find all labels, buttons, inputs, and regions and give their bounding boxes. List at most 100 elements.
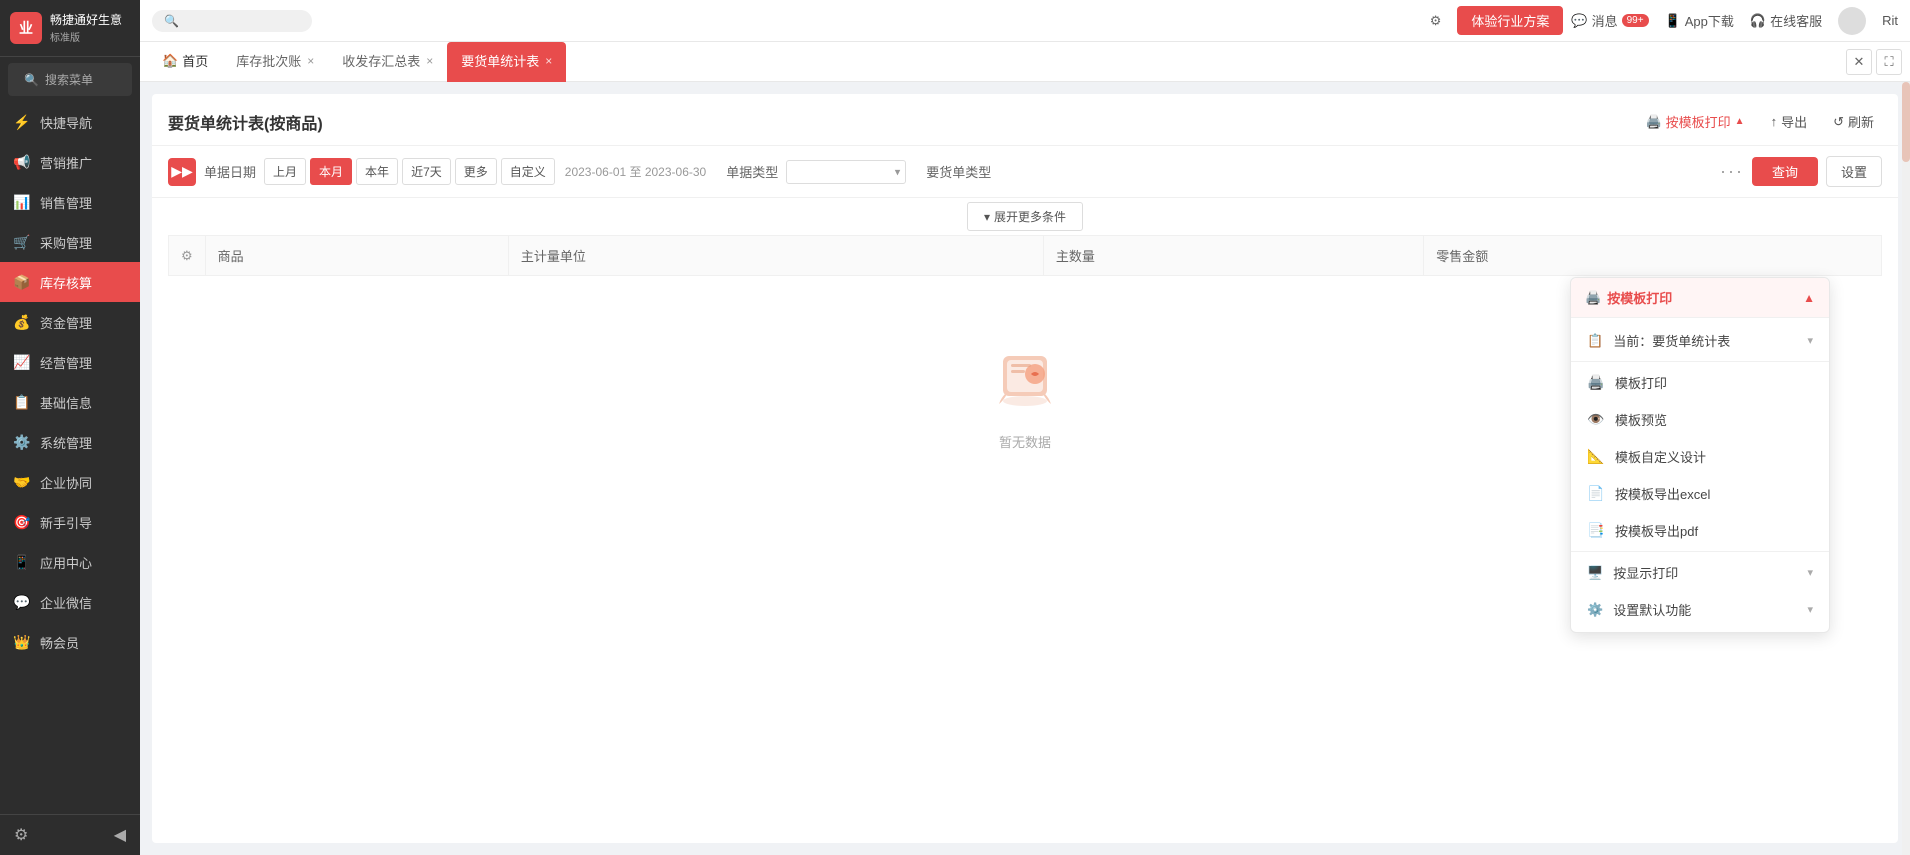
- operation-icon: 📈: [12, 352, 32, 372]
- set-default-icon: ⚙️: [1587, 602, 1603, 618]
- sidebar-item-wechat[interactable]: 💬 企业微信: [0, 582, 140, 622]
- export-label: 导出: [1781, 112, 1807, 131]
- sidebar-item-guide[interactable]: 🎯 新手引导: [0, 502, 140, 542]
- refresh-button[interactable]: ↺ 刷新: [1825, 108, 1882, 135]
- template-design-item-label: 模板自定义设计: [1615, 447, 1706, 466]
- date-btn-7days[interactable]: 近7天: [402, 158, 451, 185]
- logo-text-wrap: 畅捷通好生意 标准版: [50, 12, 122, 44]
- template-print-item-label: 模板打印: [1615, 373, 1667, 392]
- operation-label: 经营管理: [40, 353, 92, 372]
- dropdown-item-template-print[interactable]: 🖨️ 模板打印: [1571, 364, 1829, 401]
- scrollbar-thumb[interactable]: [1902, 82, 1910, 162]
- basic-label: 基础信息: [40, 393, 92, 412]
- type-select[interactable]: [786, 160, 906, 184]
- topbar-gear-icon[interactable]: ⚙: [1430, 13, 1442, 29]
- settings-button[interactable]: 设置: [1826, 156, 1882, 187]
- date-buttons: 上月 本月 本年 近7天 更多 自定义: [264, 158, 555, 185]
- th-retail-amount: 零售金额: [1424, 236, 1882, 276]
- print-template-dropdown: 🖨️ 按模板打印 ▲ 📋 当前：要货单统计表 ▾ 🖨️: [1570, 277, 1830, 633]
- guide-label: 新手引导: [40, 513, 92, 532]
- tab-order-stats-close[interactable]: ×: [545, 54, 552, 68]
- display-print-icon: 🖥️: [1587, 565, 1603, 581]
- dropdown-item-set-default[interactable]: ⚙️ 设置默认功能 ▾: [1571, 591, 1829, 628]
- sidebar-item-marketing[interactable]: 📢 营销推广: [0, 142, 140, 182]
- dropdown-chevron-up-icon[interactable]: ▲: [1803, 291, 1815, 305]
- table-wrapper: ⚙ 商品 主计量单位 主数量 零售金额: [152, 235, 1898, 276]
- user-avatar[interactable]: [1838, 7, 1866, 35]
- sidebar-item-purchase[interactable]: 🛒 采购管理: [0, 222, 140, 262]
- topbar-actions: 💬 消息 99+ 📱 App下载 🎧 在线客服 Rit: [1571, 7, 1898, 35]
- dropdown-current-item[interactable]: 📋 当前：要货单统计表 ▾: [1571, 322, 1829, 359]
- tab-inventory-batch-close[interactable]: ×: [307, 54, 314, 68]
- sidebar-item-quick-nav[interactable]: ⚡ 快捷导航: [0, 102, 140, 142]
- filter-expand-button[interactable]: ▶▶: [168, 158, 196, 186]
- member-label: 畅会员: [40, 633, 79, 652]
- table-header-row: ⚙ 商品 主计量单位 主数量 零售金额: [169, 236, 1882, 276]
- dropdown-item-template-preview[interactable]: 👁️ 模板预览: [1571, 401, 1829, 438]
- sidebar-settings-icon[interactable]: ⚙: [14, 825, 28, 845]
- dropdown-current-left: 📋 当前：要货单统计表: [1587, 331, 1730, 350]
- template-preview-item-label: 模板预览: [1615, 410, 1667, 429]
- sidebar-item-system[interactable]: ⚙️ 系统管理: [0, 422, 140, 462]
- set-default-label: 设置默认功能: [1613, 600, 1691, 619]
- tab-collection-summary-label: 收发存汇总表: [342, 51, 420, 70]
- messages-action[interactable]: 💬 消息 99+: [1571, 11, 1648, 30]
- sidebar-item-apps[interactable]: 📱 应用中心: [0, 542, 140, 582]
- dropdown-item-template-design[interactable]: 📐 模板自定义设计: [1571, 438, 1829, 475]
- sidebar-item-operation[interactable]: 📈 经营管理: [0, 342, 140, 382]
- sidebar-item-inventory[interactable]: 📦 库存核算: [0, 262, 140, 302]
- date-btn-more[interactable]: 更多: [455, 158, 497, 185]
- finance-icon: 💰: [12, 312, 32, 332]
- topbar-search[interactable]: 🔍: [152, 10, 312, 32]
- set-default-arrow-icon: ▾: [1807, 603, 1813, 616]
- dropdown-item-template-excel[interactable]: 📄 按模板导出excel: [1571, 475, 1829, 512]
- sidebar-item-member[interactable]: 👑 畅会员: [0, 622, 140, 662]
- tab-inventory-batch[interactable]: 库存批次账 ×: [222, 42, 328, 82]
- display-print-left: 🖥️ 按显示打印: [1587, 563, 1678, 582]
- date-btn-last-month[interactable]: 上月: [264, 158, 306, 185]
- expand-more-label: 展开更多条件: [994, 208, 1066, 225]
- headset-icon: 🎧: [1750, 13, 1766, 29]
- current-arrow-icon: ▾: [1807, 334, 1813, 347]
- sidebar-item-finance[interactable]: 💰 资金管理: [0, 302, 140, 342]
- date-btn-custom[interactable]: 自定义: [501, 158, 555, 185]
- column-settings-icon[interactable]: ⚙: [181, 248, 193, 263]
- template-print-label: 按模板打印: [1666, 112, 1731, 131]
- dropdown-print-icon: 🖨️: [1585, 290, 1601, 306]
- app-download-action[interactable]: 📱 App下载: [1665, 11, 1734, 30]
- filter-more-icon[interactable]: ···: [1720, 161, 1744, 182]
- empty-state-icon: [985, 336, 1065, 416]
- sidebar-search[interactable]: 🔍 搜索菜单: [8, 63, 132, 96]
- online-service-action[interactable]: 🎧 在线客服: [1750, 11, 1822, 30]
- sidebar-item-collab[interactable]: 🤝 企业协同: [0, 462, 140, 502]
- purchase-icon: 🛒: [12, 232, 32, 252]
- finance-label: 资金管理: [40, 313, 92, 332]
- sidebar-item-basic[interactable]: 📋 基础信息: [0, 382, 140, 422]
- tab-order-stats[interactable]: 要货单统计表 ×: [447, 42, 566, 82]
- tab-order-stats-label: 要货单统计表: [461, 51, 539, 70]
- tab-home[interactable]: 🏠 首页: [148, 42, 222, 82]
- sidebar-logo: 业 畅捷通好生意 标准版: [0, 0, 140, 57]
- template-print-button[interactable]: 🖨️ 按模板打印 ▲: [1637, 108, 1752, 135]
- current-label-text: 当前：要货单统计表: [1613, 331, 1730, 350]
- display-print-arrow-icon: ▾: [1807, 566, 1813, 579]
- dropdown-item-display-print[interactable]: 🖥️ 按显示打印 ▾: [1571, 554, 1829, 591]
- expand-more-button[interactable]: ▾ 展开更多条件: [967, 202, 1083, 231]
- query-button[interactable]: 查询: [1752, 157, 1818, 186]
- yaohuo-label: 要货单类型: [926, 162, 991, 181]
- date-btn-this-year[interactable]: 本年: [356, 158, 398, 185]
- tab-close-all-button[interactable]: ✕: [1846, 49, 1872, 75]
- experience-button[interactable]: 体验行业方案: [1457, 6, 1563, 35]
- dropdown-item-template-pdf[interactable]: 📑 按模板导出pdf: [1571, 512, 1829, 549]
- sidebar-nav: ⚡ 快捷导航 📢 营销推广 📊 销售管理 🛒 采购管理 📦 库存核算 💰 资金管…: [0, 102, 140, 814]
- export-button[interactable]: ↑ 导出: [1763, 108, 1816, 135]
- tab-collection-summary-close[interactable]: ×: [426, 54, 433, 68]
- tab-expand-button[interactable]: ⛶: [1876, 49, 1902, 75]
- filter-right-actions: ··· 查询 设置: [1720, 156, 1882, 187]
- sidebar-item-sales[interactable]: 📊 销售管理: [0, 182, 140, 222]
- tabs-bar: 🏠 首页 库存批次账 × 收发存汇总表 × 要货单统计表 × ✕ ⛶: [140, 42, 1910, 82]
- tab-collection-summary[interactable]: 收发存汇总表 ×: [328, 42, 447, 82]
- date-btn-this-month[interactable]: 本月: [310, 158, 352, 185]
- sidebar-collapse-icon[interactable]: ◀: [114, 825, 126, 845]
- page-action-buttons: 🖨️ 按模板打印 ▲ ↑ 导出 ↺ 刷新: [1637, 108, 1882, 135]
